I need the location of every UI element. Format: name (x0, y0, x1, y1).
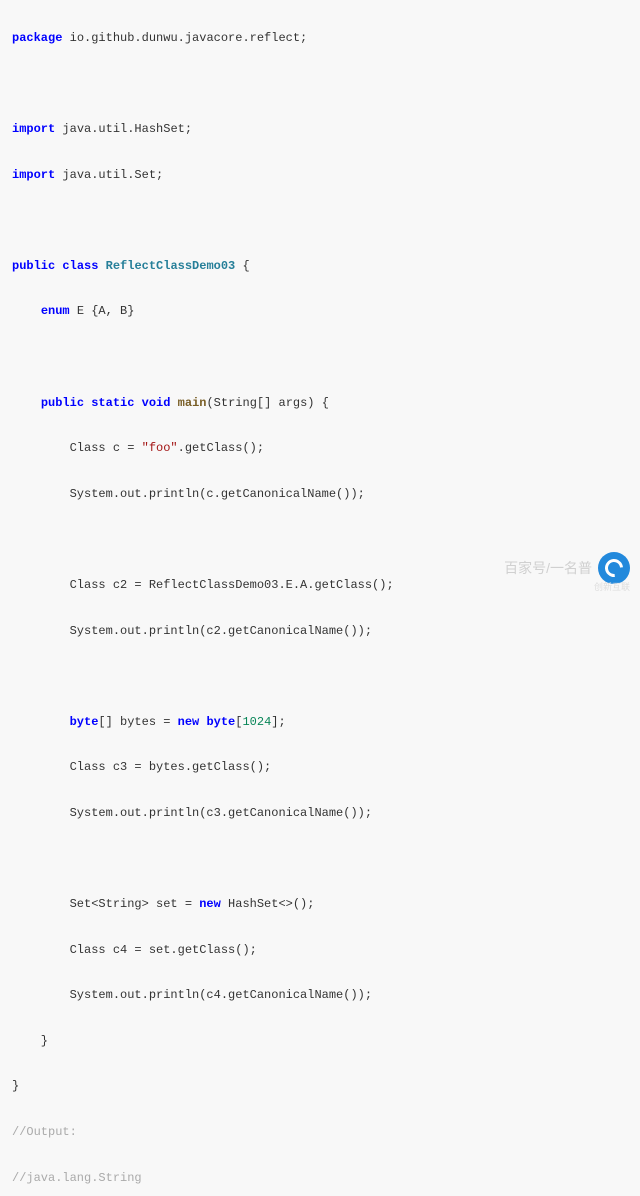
keyword-byte: byte (70, 715, 99, 729)
keyword-new: new (199, 897, 221, 911)
code-line: } (12, 1075, 628, 1098)
code-text: Class c = (12, 441, 142, 455)
code-text: ]; (271, 715, 285, 729)
code-text (12, 715, 70, 729)
line-class-decl: public class ReflectClassDemo03 { (12, 255, 628, 278)
comment-line: //Output: (12, 1121, 628, 1144)
code-text (199, 715, 206, 729)
line-import: import java.util.HashSet; (12, 118, 628, 141)
code-line: System.out.println(c2.getCanonicalName()… (12, 620, 628, 643)
import-path: java.util.HashSet; (55, 122, 192, 136)
code-line: Class c = "foo".getClass(); (12, 437, 628, 460)
code-line: System.out.println(c3.getCanonicalName()… (12, 802, 628, 825)
keyword-static: static (91, 396, 134, 410)
code-line: } (12, 1030, 628, 1053)
blank-line (12, 346, 628, 369)
keyword-import: import (12, 122, 55, 136)
blank-line (12, 847, 628, 870)
code-text: [] bytes = (98, 715, 177, 729)
code-text: .getClass(); (178, 441, 264, 455)
keyword-void: void (142, 396, 171, 410)
keyword-enum: enum (41, 304, 70, 318)
code-text: Set<String> set = (12, 897, 199, 911)
logo-ring-icon (601, 555, 626, 580)
blank-line (12, 72, 628, 95)
number-literal: 1024 (242, 715, 271, 729)
enum-body: E {A, B} (70, 304, 135, 318)
code-line: System.out.println(c4.getCanonicalName()… (12, 984, 628, 1007)
watermark-text: 百家号/一名普 (504, 555, 592, 582)
package-path: io.github.dunwu.javacore.reflect; (62, 31, 307, 45)
watermark-subtext: 创新互联 (594, 579, 630, 596)
code-text: HashSet<>(); (221, 897, 315, 911)
class-name: ReflectClassDemo03 (106, 259, 236, 273)
line-package: package io.github.dunwu.javacore.reflect… (12, 27, 628, 50)
keyword-public: public (12, 259, 55, 273)
keyword-import: import (12, 168, 55, 182)
method-main: main (178, 396, 207, 410)
code-line: byte[] bytes = new byte[1024]; (12, 711, 628, 734)
code-line: Class c4 = set.getClass(); (12, 939, 628, 962)
code-text: [ (235, 715, 242, 729)
main-params: (String[] args) { (206, 396, 328, 410)
line-enum: enum E {A, B} (12, 300, 628, 323)
code-line: Set<String> set = new HashSet<>(); (12, 893, 628, 916)
blank-line (12, 665, 628, 688)
blank-line (12, 209, 628, 232)
line-main-decl: public static void main(String[] args) { (12, 392, 628, 415)
line-import: import java.util.Set; (12, 164, 628, 187)
code-line: Class c3 = bytes.getClass(); (12, 756, 628, 779)
keyword-package: package (12, 31, 62, 45)
comment-line: //java.lang.String (12, 1167, 628, 1190)
keyword-new: new (178, 715, 200, 729)
brace: { (235, 259, 249, 273)
keyword-byte: byte (206, 715, 235, 729)
keyword-public: public (41, 396, 84, 410)
code-block: package io.github.dunwu.javacore.reflect… (0, 0, 640, 1196)
string-literal: "foo" (142, 441, 178, 455)
import-path: java.util.Set; (55, 168, 163, 182)
code-line: System.out.println(c.getCanonicalName())… (12, 483, 628, 506)
blank-line (12, 528, 628, 551)
keyword-class: class (62, 259, 98, 273)
